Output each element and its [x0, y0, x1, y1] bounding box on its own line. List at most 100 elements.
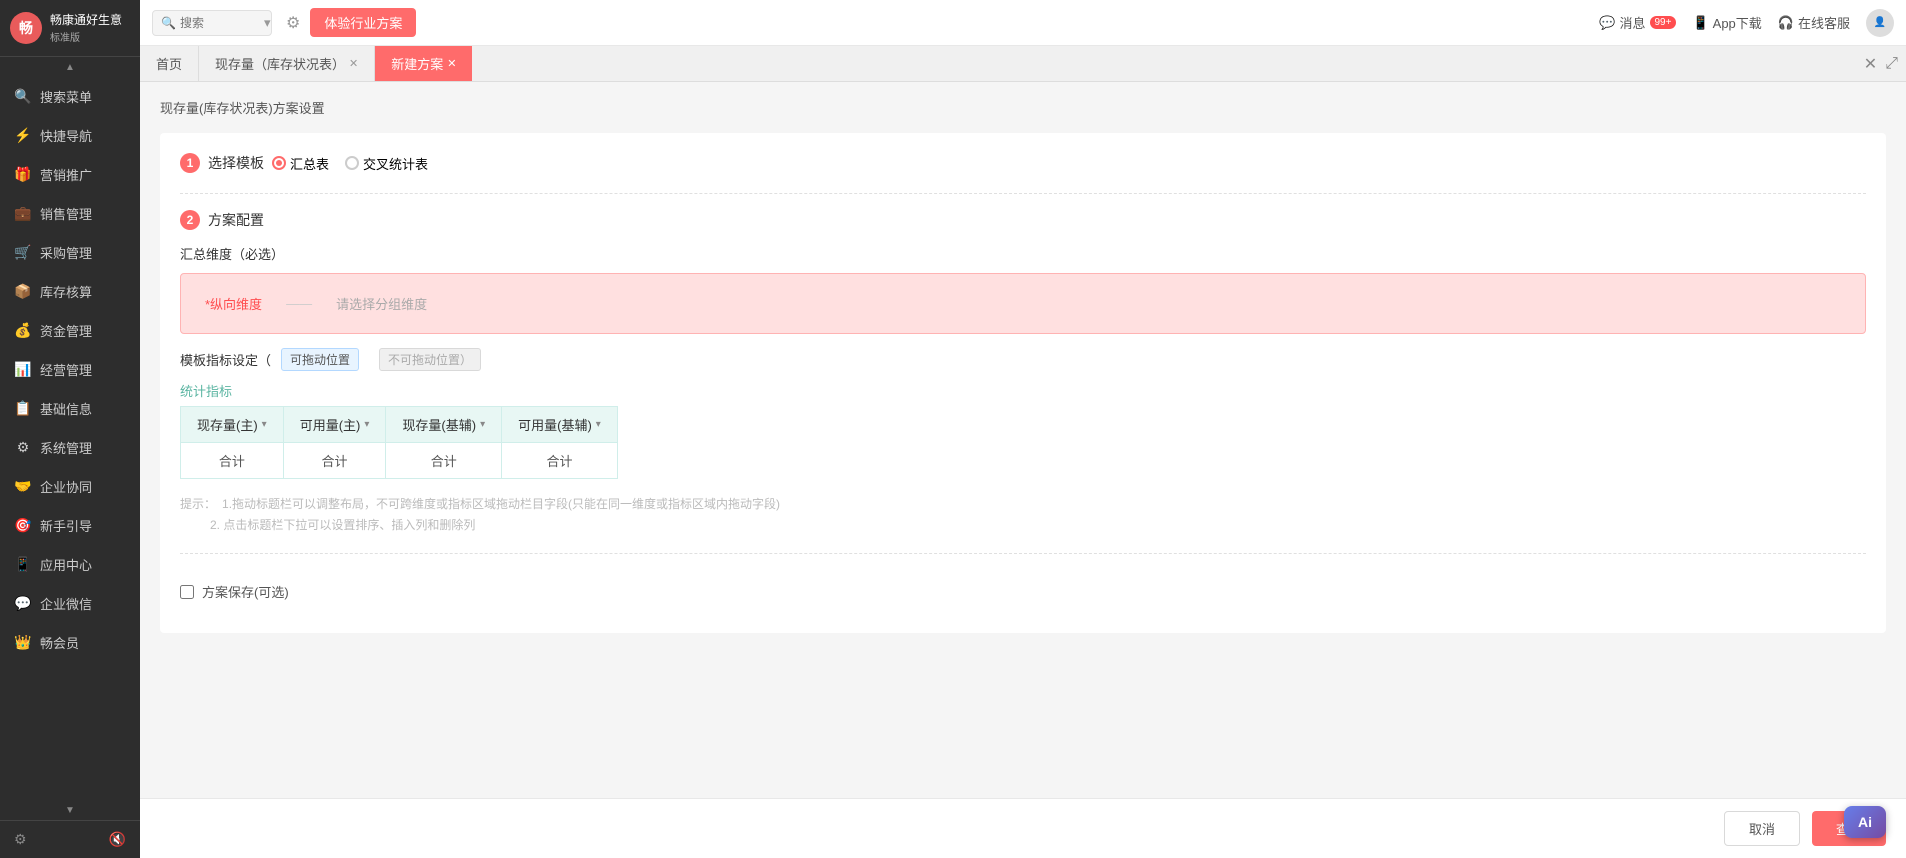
- enterprise-wechat-icon: 💬: [14, 595, 32, 613]
- ai-button[interactable]: Ai: [1844, 806, 1886, 838]
- content-area: 现存量(库存状况表)方案设置 1 选择模板 汇总表: [140, 82, 1906, 798]
- radio-cross[interactable]: 交叉统计表: [345, 154, 428, 173]
- sidebar-item-app-center[interactable]: 📱 应用中心: [0, 545, 140, 584]
- sidebar-item-enterprise-wechat[interactable]: 💬 企业微信: [0, 584, 140, 623]
- divider-1: [180, 193, 1866, 194]
- cancel-button[interactable]: 取消: [1724, 811, 1800, 846]
- sidebar-item-label: 系统管理: [40, 438, 92, 457]
- sidebar-item-label: 新手引导: [40, 516, 92, 535]
- tab-home[interactable]: 首页: [140, 46, 199, 81]
- col-header-3[interactable]: 可用量(基辅) ▾: [502, 407, 618, 443]
- save-checkbox[interactable]: [180, 585, 194, 599]
- tips-title: 提示：: [180, 495, 216, 512]
- sidebar-item-label: 库存核算: [40, 282, 92, 301]
- sidebar-item-finance[interactable]: 💰 资金管理: [0, 311, 140, 350]
- system-icon: ⚙: [14, 439, 32, 457]
- tip-item-2: 2. 点击标题栏下拉可以设置排序、插入列和删除列: [180, 516, 1866, 533]
- tab-inventory-close-icon[interactable]: ✕: [349, 57, 358, 70]
- download-icon: 📱: [1692, 15, 1708, 31]
- new-guide-icon: 🎯: [14, 517, 32, 535]
- footer-bar: 取消 查询: [140, 798, 1906, 858]
- main-area: 🔍 ▾ ⚙ 体验行业方案 💬 消息 99+ 📱 App下载 🎧 在线客服 👤: [140, 0, 1906, 858]
- section1-header: 1 选择模板 汇总表 交叉统计表: [180, 153, 1866, 173]
- window-controls: ✕ ⤢: [1864, 54, 1906, 74]
- indicator-not-draggable-badge: 不可拖动位置）: [379, 348, 481, 371]
- sidebar-item-purchase[interactable]: 🛒 采购管理: [0, 233, 140, 272]
- dimension-arrow: ——: [286, 296, 312, 311]
- chevron-down-icon-1: ▾: [364, 419, 369, 430]
- sidebar: 畅 畅康通好生意 标准版 ▲ 🔍 搜索菜单 ⚡ 快捷导航 🎁 营销推广 💼 销售…: [0, 0, 140, 858]
- sidebar-item-search-menu[interactable]: 🔍 搜索菜单: [0, 77, 140, 116]
- page-title: 现存量(库存状况表)方案设置: [160, 98, 1886, 117]
- tips-section: 提示： 1.拖动标题栏可以调整布局，不可跨维度或指标区域拖动栏目字段(只能在同一…: [180, 495, 1866, 533]
- headset-icon: 🎧: [1778, 15, 1794, 31]
- sidebar-item-member[interactable]: 👑 畅会员: [0, 623, 140, 662]
- app-download-btn[interactable]: 📱 App下载: [1692, 13, 1761, 32]
- cooperation-icon: 🤝: [14, 478, 32, 496]
- template-radio-group: 汇总表 交叉统计表: [272, 154, 428, 173]
- gear-icon[interactable]: ⚙: [286, 13, 300, 33]
- tab-inventory-status[interactable]: 现存量（库存状况表） ✕: [199, 46, 375, 81]
- search-menu-icon: 🔍: [14, 88, 32, 106]
- search-dropdown-icon[interactable]: ▾: [264, 15, 271, 31]
- brand-name: 畅康通好生意: [50, 12, 122, 29]
- basic-info-icon: 📋: [14, 400, 32, 418]
- settings-icon[interactable]: ⚙: [14, 831, 27, 848]
- window-expand-icon[interactable]: ⤢: [1885, 55, 1898, 73]
- sidebar-item-inventory[interactable]: 📦 库存核算: [0, 272, 140, 311]
- sidebar-item-label: 应用中心: [40, 555, 92, 574]
- sidebar-item-label: 企业协同: [40, 477, 92, 496]
- dimension-required: *纵向维度: [205, 294, 262, 313]
- sidebar-scroll-up[interactable]: ▲: [0, 57, 140, 77]
- window-close-icon[interactable]: ✕: [1864, 54, 1877, 74]
- radio-summary-dot: [276, 160, 282, 166]
- section-template: 1 选择模板 汇总表 交叉统计表: [180, 153, 1866, 173]
- sidebar-item-marketing[interactable]: 🎁 营销推广: [0, 155, 140, 194]
- sidebar-item-sales[interactable]: 💼 销售管理: [0, 194, 140, 233]
- radio-summary-label: 汇总表: [290, 154, 329, 173]
- sidebar-item-quick-nav[interactable]: ⚡ 快捷导航: [0, 116, 140, 155]
- radio-summary[interactable]: 汇总表: [272, 154, 329, 173]
- sidebar-item-label: 资金管理: [40, 321, 92, 340]
- sidebar-scroll-down[interactable]: ▼: [0, 800, 140, 820]
- sidebar-item-label: 企业微信: [40, 594, 92, 613]
- member-icon: 👑: [14, 634, 32, 652]
- search-box[interactable]: 🔍 ▾: [152, 10, 272, 36]
- industry-btn[interactable]: 体验行业方案: [310, 8, 416, 37]
- sidebar-item-cooperation[interactable]: 🤝 企业协同: [0, 467, 140, 506]
- avatar[interactable]: 👤: [1866, 9, 1894, 37]
- tab-new-scheme-close-icon[interactable]: ✕: [447, 57, 456, 70]
- stats-table: 现存量(主) ▾ 可用量(主) ▾: [180, 406, 618, 479]
- message-btn[interactable]: 💬 消息 99+: [1599, 13, 1676, 32]
- sidebar-item-basic-info[interactable]: 📋 基础信息: [0, 389, 140, 428]
- stats-section-title: 统计指标: [180, 381, 1866, 400]
- sidebar-item-operations[interactable]: 📊 经营管理: [0, 350, 140, 389]
- dimension-box[interactable]: *纵向维度 —— 请选择分组维度: [180, 273, 1866, 334]
- cell-1: 合计: [283, 443, 386, 479]
- indicator-settings: 模板指标设定（ 可拖动位置 不可拖动位置）: [180, 348, 1866, 371]
- indicator-not-draggable-text: 不可拖动位置）: [388, 351, 472, 368]
- brand-edition: 标准版: [50, 29, 122, 44]
- col-header-2[interactable]: 现存量(基辅) ▾: [386, 407, 502, 443]
- tab-inventory-label: 现存量（库存状况表）: [215, 54, 345, 73]
- table-row: 合计 合计 合计 合计: [181, 443, 618, 479]
- app-center-icon: 📱: [14, 556, 32, 574]
- quick-nav-icon: ⚡: [14, 127, 32, 145]
- online-service-label: 在线客服: [1798, 13, 1850, 32]
- cell-0: 合计: [181, 443, 284, 479]
- col-header-0[interactable]: 现存量(主) ▾: [181, 407, 284, 443]
- section1-title: 选择模板: [208, 153, 264, 173]
- col-header-1[interactable]: 可用量(主) ▾: [283, 407, 386, 443]
- section-config: 2 方案配置 汇总维度（必选） *纵向维度 —— 请选择分组维度 模板指标设定（…: [180, 210, 1866, 533]
- save-row: 方案保存(可选): [180, 570, 1866, 613]
- chevron-down-icon-3: ▾: [596, 419, 601, 430]
- app-download-label: App下载: [1713, 13, 1762, 32]
- audio-icon[interactable]: 🔇: [109, 831, 126, 848]
- online-service-btn[interactable]: 🎧 在线客服: [1778, 13, 1850, 32]
- indicator-label: 模板指标设定（: [180, 350, 271, 369]
- section2-num: 2: [180, 210, 200, 230]
- tab-new-scheme[interactable]: 新建方案 ✕: [375, 46, 472, 81]
- search-input[interactable]: [180, 16, 260, 30]
- sidebar-item-system[interactable]: ⚙ 系统管理: [0, 428, 140, 467]
- sidebar-item-new-guide[interactable]: 🎯 新手引导: [0, 506, 140, 545]
